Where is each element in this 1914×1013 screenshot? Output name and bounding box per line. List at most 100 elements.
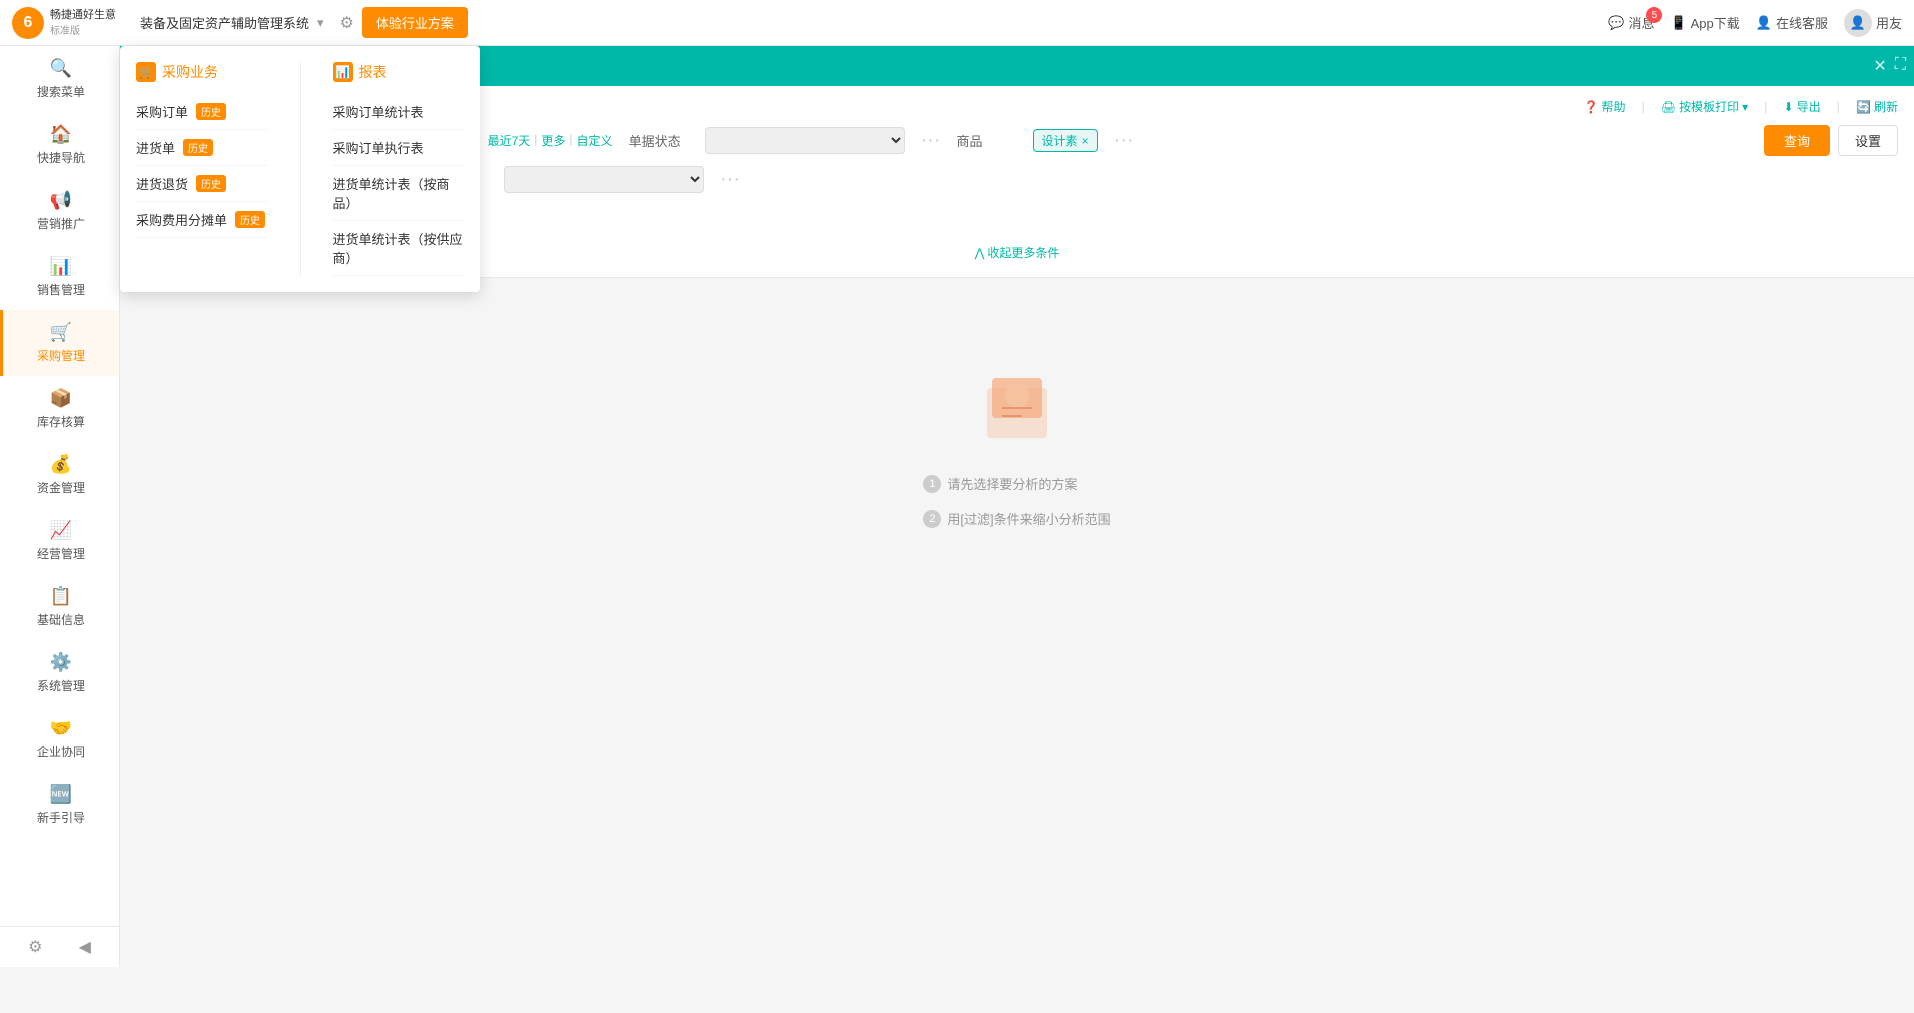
print-btn[interactable]: 🖨 按模板打印 ▾ [1661, 98, 1748, 115]
empty-state: 1 请先选择要分析的方案 2 用[过滤]条件来缩小分析范围 [120, 278, 1914, 612]
online-service-action[interactable]: 👤 在线客服 [1756, 13, 1828, 32]
sidebar-label-inventory: 库存核算 [37, 413, 85, 430]
expense-hist: 历史 [235, 211, 265, 228]
sidebar-item-purchase[interactable]: 🛒 采购管理 [0, 310, 119, 376]
sales-icon: 📊 [50, 256, 72, 277]
sidebar-item-guide[interactable]: 🆕 新手引导 [0, 772, 119, 838]
sidebar-item-marketing[interactable]: 📢 营销推广 [0, 178, 119, 244]
app-download-label: App下载 [1691, 13, 1740, 32]
refresh-label: 刷新 [1874, 98, 1898, 115]
salesman-select[interactable] [504, 166, 704, 193]
sidebar-label-basic: 基础信息 [37, 611, 85, 628]
mobile-icon: 📱 [1670, 15, 1686, 31]
dropdown-item-incoming-stat-goods[interactable]: 进货单统计表（按商品） [333, 166, 465, 221]
filter-actions-right: 查询 设置 [1764, 125, 1898, 156]
collapse-button[interactable]: ⋀ 收起更多条件 [975, 244, 1060, 261]
print-dropdown-icon[interactable]: ▾ [1742, 100, 1748, 114]
search-icon: 🔍 [50, 58, 72, 79]
dropdown-item-return[interactable]: 进货退货 历史 [136, 166, 268, 202]
tab-close-page-icon[interactable]: ✕ [1873, 56, 1886, 76]
doc-status-select[interactable] [705, 127, 905, 154]
sidebar: 🔍 搜索菜单 🏠 快捷导航 📢 营销推广 📊 销售管理 🛒 采购管理 📦 库存核… [0, 46, 120, 967]
logo-text: 畅捷通好生意 标准版 [50, 8, 116, 37]
operation-icon: 📈 [50, 520, 72, 541]
sidebar-collapse-btn[interactable]: ◀ [79, 937, 91, 957]
dropdown-item-expense[interactable]: 采购费用分摊单 历史 [136, 202, 268, 238]
purchase-col: 🛒 采购业务 采购订单 历史 进货单 历史 进货退货 历史 采购费用分摊单 历史 [136, 62, 268, 276]
message-action[interactable]: 💬 消息 5 [1608, 13, 1654, 32]
help-icon: ❓ [1584, 100, 1599, 114]
sidebar-item-operation[interactable]: 📈 经营管理 [0, 508, 119, 574]
user-action[interactable]: 👤 用友 [1844, 9, 1902, 37]
sidebar-label-system: 系统管理 [37, 677, 85, 694]
guide-icon: 🆕 [50, 784, 72, 805]
order-exec-label: 采购订单执行表 [333, 138, 424, 157]
help-label: 帮助 [1601, 98, 1625, 115]
logo-line1: 畅捷通好生意 [50, 8, 116, 22]
sidebar-item-system[interactable]: ⚙️ 系统管理 [0, 640, 119, 706]
dropdown-item-order-stat[interactable]: 采购订单统计表 [333, 94, 465, 130]
purchase-order-label: 采购订单 [136, 102, 188, 121]
empty-step-1-text: 请先选择要分析的方案 [947, 474, 1077, 493]
logo-area: 6 畅捷通好生意 标准版 [12, 7, 132, 39]
sidebar-label-operation: 经营管理 [37, 545, 85, 562]
inventory-icon: 📦 [50, 388, 72, 409]
refresh-btn[interactable]: 🔄 刷新 [1856, 98, 1898, 115]
incoming-stat-goods-label: 进货单统计表（按商品） [333, 174, 465, 212]
incoming-stat-supplier-label: 进货单统计表（按供应商） [333, 229, 465, 267]
sidebar-item-finance[interactable]: 💰 资金管理 [0, 442, 119, 508]
tab-fullscreen-icon[interactable]: ⛶ [1895, 56, 1906, 76]
system-title-text: 装备及固定资产辅助管理系统 [140, 13, 309, 32]
purchase-menu-icon: 🛒 [136, 62, 156, 82]
system-title-area: 装备及固定资产辅助管理系统 ▾ ⚙ 体验行业方案 [132, 7, 1608, 38]
purchase-icon: 🛒 [50, 322, 72, 343]
empty-step-2-text: 用[过滤]条件来缩小分析范围 [947, 509, 1110, 528]
app-download-action[interactable]: 📱 App下载 [1670, 13, 1739, 32]
sidebar-item-quick-nav[interactable]: 🏠 快捷导航 [0, 112, 119, 178]
purchase-title-text: 采购业务 [162, 62, 218, 82]
export-btn[interactable]: ⬇ 导出 [1784, 98, 1821, 115]
marketing-icon: 📢 [50, 190, 72, 211]
sidebar-item-basic[interactable]: 📋 基础信息 [0, 574, 119, 640]
sidebar-item-inventory[interactable]: 📦 库存核算 [0, 376, 119, 442]
dropdown-item-purchase-order[interactable]: 采购订单 历史 [136, 94, 268, 130]
query-button[interactable]: 查询 [1764, 125, 1830, 156]
goods-tag: 设计素 × [1033, 129, 1098, 152]
expense-label: 采购费用分摊单 [136, 210, 227, 229]
dropdown-item-order-exec[interactable]: 采购订单执行表 [333, 130, 465, 166]
sidebar-item-search[interactable]: 🔍 搜索菜单 [0, 46, 119, 112]
set-button[interactable]: 设置 [1838, 125, 1898, 156]
goods-tag-close[interactable]: × [1082, 134, 1089, 148]
shortcut-more[interactable]: 更多 [541, 132, 565, 149]
return-hist: 历史 [196, 175, 226, 192]
empty-step-2: 2 用[过滤]条件来缩小分析范围 [923, 509, 1110, 528]
collapse-label: 收起更多条件 [987, 244, 1059, 261]
help-btn[interactable]: ❓ 帮助 [1584, 98, 1626, 115]
dropdown-divider [300, 62, 301, 276]
message-badge: 5 [1646, 7, 1662, 23]
shortcut-7days[interactable]: 最近7天 [488, 132, 531, 149]
user-avatar: 👤 [1844, 9, 1872, 37]
sidebar-label-finance: 资金管理 [37, 479, 85, 496]
goods-tag-text: 设计素 [1042, 132, 1078, 149]
return-label: 进货退货 [136, 174, 188, 193]
logo-icon: 6 [12, 7, 44, 39]
sidebar-settings-btn[interactable]: ⚙ [28, 937, 42, 957]
sidebar-item-sales[interactable]: 📊 销售管理 [0, 244, 119, 310]
trial-button[interactable]: 体验行业方案 [362, 7, 468, 38]
sidebar-item-enterprise[interactable]: 🤝 企业协同 [0, 706, 119, 772]
dropdown-item-incoming-stat-supplier[interactable]: 进货单统计表（按供应商） [333, 221, 465, 276]
sidebar-label-quick-nav: 快捷导航 [37, 149, 85, 166]
logo-line2: 标准版 [50, 22, 116, 37]
system-icon: ⚙️ [50, 652, 72, 673]
title-dropdown-icon[interactable]: ▾ [317, 15, 324, 31]
sidebar-label-marketing: 营销推广 [37, 215, 85, 232]
sidebar-bottom: ⚙ ◀ [0, 926, 119, 967]
empty-illustration [967, 358, 1067, 458]
report-col: 📊 报表 采购订单统计表 采购订单执行表 进货单统计表（按商品） 进货单统计表（… [333, 62, 465, 276]
shortcut-custom[interactable]: 自定义 [577, 132, 613, 149]
goods-filter-label: 商品 [957, 131, 1017, 150]
date-shortcuts: 最近7天 | 更多 | 自定义 [488, 132, 613, 149]
dropdown-item-incoming[interactable]: 进货单 历史 [136, 130, 268, 166]
settings-icon[interactable]: ⚙ [340, 13, 354, 33]
